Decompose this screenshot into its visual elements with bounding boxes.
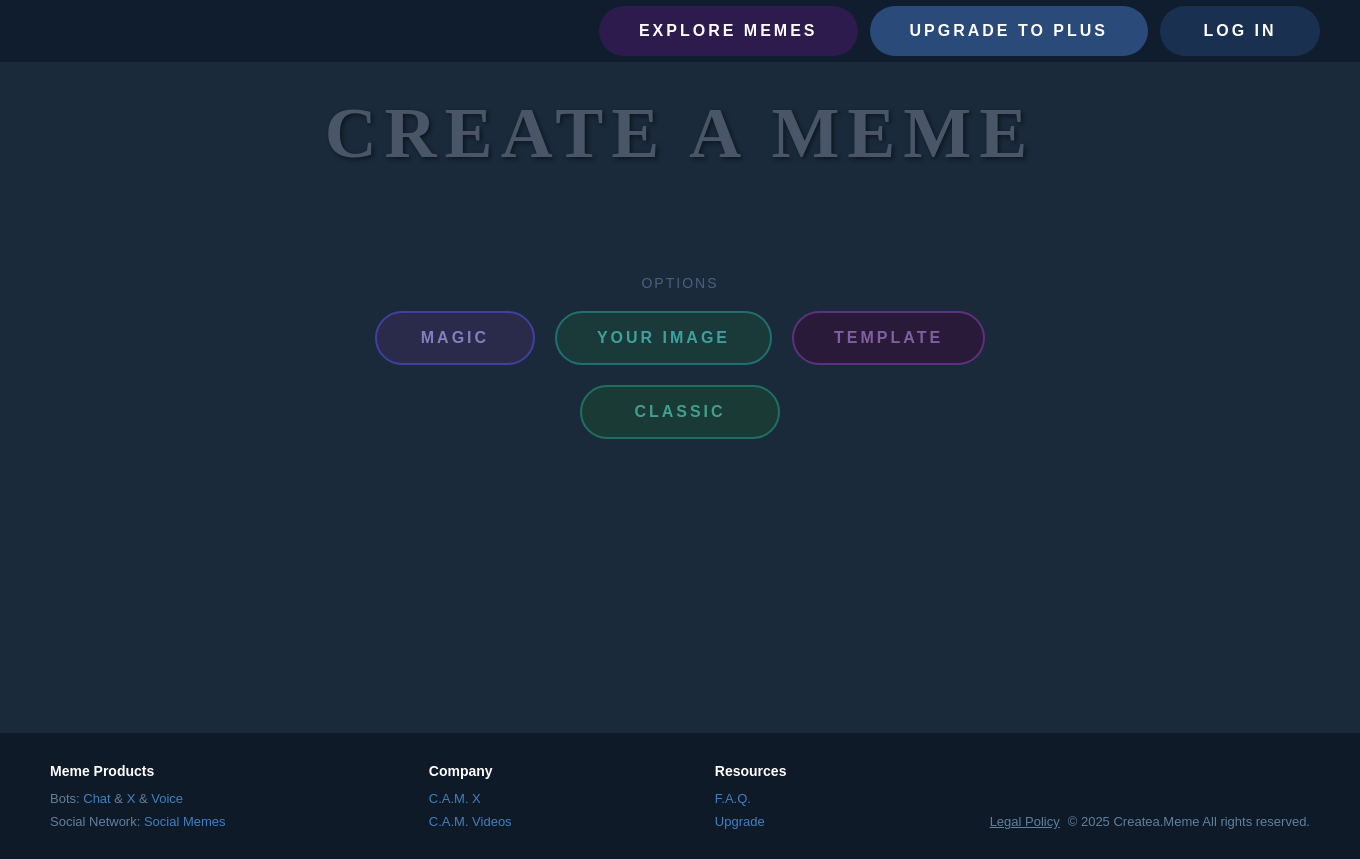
meme-options-row-1: MAGIC YOUR IMAGE TEMPLATE [375, 311, 985, 365]
copyright-text: © 2025 Createa.Meme All rights reserved. [1068, 814, 1310, 829]
footer: Meme Products Bots: Chat & X & Voice Soc… [0, 733, 1360, 859]
footer-company-heading: Company [429, 763, 512, 779]
footer-products: Meme Products Bots: Chat & X & Voice Soc… [50, 763, 226, 829]
template-button[interactable]: TEMPLATE [792, 311, 985, 365]
login-button[interactable]: Log In [1160, 6, 1320, 56]
cam-x-link[interactable]: C.A.M. X [429, 791, 512, 806]
social-prefix: Social Network: [50, 814, 144, 829]
header: Explore Memes Upgrade to Plus Log In [0, 0, 1360, 62]
page-title: CREATE A MEME [325, 92, 1036, 175]
cam-videos-link[interactable]: C.A.M. Videos [429, 814, 512, 829]
footer-company: Company C.A.M. X C.A.M. Videos [429, 763, 512, 829]
bots-and2: & [135, 791, 151, 806]
footer-social-line: Social Network: Social Memes [50, 814, 226, 829]
options-label: OPTIONS [641, 275, 718, 291]
legal-policy-link[interactable]: Legal Policy [990, 814, 1060, 829]
bots-x-link[interactable]: X [127, 791, 136, 806]
bots-voice-link[interactable]: Voice [151, 791, 183, 806]
explore-memes-button[interactable]: Explore Memes [599, 6, 858, 56]
upgrade-link[interactable]: Upgrade [715, 814, 787, 829]
bots-and1: & [111, 791, 127, 806]
bots-prefix: Bots: [50, 791, 83, 806]
footer-bots-line: Bots: Chat & X & Voice [50, 791, 226, 806]
meme-options-row-2: CLASSIC [580, 385, 780, 439]
bots-chat-link[interactable]: Chat [83, 791, 110, 806]
meme-options: MAGIC YOUR IMAGE TEMPLATE CLASSIC [375, 311, 985, 439]
classic-button[interactable]: CLASSIC [580, 385, 780, 439]
your-image-button[interactable]: YOUR IMAGE [555, 311, 772, 365]
footer-resources-heading: Resources [715, 763, 787, 779]
footer-resources: Resources F.A.Q. Upgrade [715, 763, 787, 829]
main-content: CREATE A MEME OPTIONS MAGIC YOUR IMAGE T… [0, 62, 1360, 733]
footer-legal: Legal Policy © 2025 Createa.Meme All rig… [990, 814, 1310, 829]
faq-link[interactable]: F.A.Q. [715, 791, 787, 806]
magic-button[interactable]: MAGIC [375, 311, 535, 365]
footer-products-heading: Meme Products [50, 763, 226, 779]
upgrade-button[interactable]: Upgrade to Plus [870, 6, 1149, 56]
social-memes-link[interactable]: Social Memes [144, 814, 226, 829]
